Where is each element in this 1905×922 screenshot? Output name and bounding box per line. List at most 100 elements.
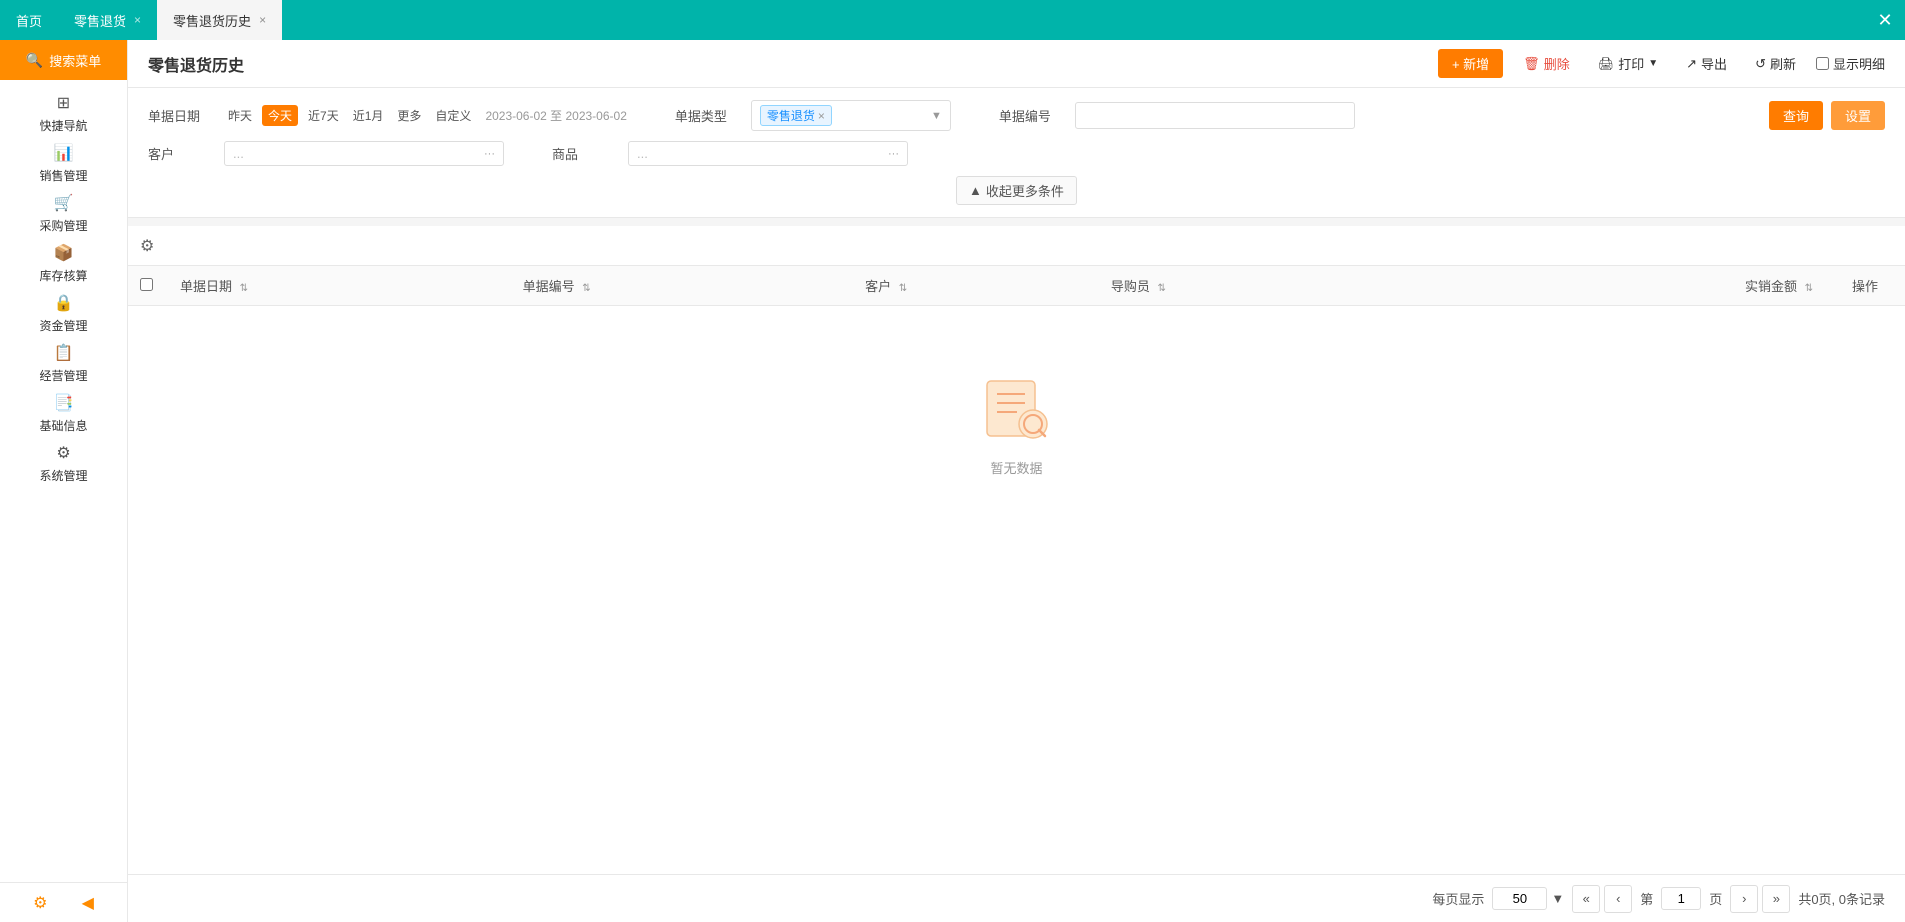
sidebar-nav: ⊞ 快捷导航 📊 销售管理 🛒 采购管理 📦 库存核算 🔒 资金管理 📋 [0, 80, 127, 882]
export-button[interactable]: ↗ 导出 [1678, 50, 1735, 77]
doc-type-select[interactable]: 零售退货 × ▼ [751, 100, 951, 131]
per-page-label: 每页显示 [1432, 889, 1484, 908]
sidebar-item-quick-nav-label: 快捷导航 [39, 117, 87, 134]
display-detail-checkbox[interactable] [1816, 57, 1829, 70]
collapse-sidebar-icon[interactable]: ◀ [82, 893, 94, 913]
doc-number-input[interactable] [1075, 102, 1355, 129]
window-close-button[interactable]: ✕ [1865, 0, 1905, 40]
print-button[interactable]: 🖨 打印 ▼ [1590, 50, 1666, 77]
product-select[interactable]: ... ··· [628, 141, 908, 166]
next-page-button[interactable]: › [1730, 885, 1758, 913]
page-number-input[interactable] [1661, 887, 1701, 910]
tab-retail-return-close[interactable]: × [134, 13, 141, 27]
th-doc-date-sort-icon[interactable]: ⇅ [240, 283, 248, 294]
tab-retail-return-history[interactable]: 零售退货历史 × [157, 0, 282, 40]
date-range-display: 2023-06-02 至 2023-06-02 [485, 107, 626, 124]
page-label: 第 [1640, 889, 1653, 908]
doc-type-label: 单据类型 [675, 106, 735, 125]
date-more[interactable]: 更多 [393, 105, 425, 126]
sidebar-item-system-mgmt[interactable]: ⚙ 系统管理 [0, 438, 127, 488]
th-doc-number-sort-icon[interactable]: ⇅ [582, 283, 590, 294]
th-actions-label: 操作 [1852, 279, 1878, 294]
sidebar-item-finance[interactable]: 🔒 资金管理 [0, 288, 127, 338]
date-7days[interactable]: 近7天 [304, 105, 343, 126]
sidebar-item-quick-nav[interactable]: ⊞ 快捷导航 [0, 88, 127, 138]
doc-type-tag: 零售退货 × [760, 105, 832, 126]
th-doc-date-label: 单据日期 [180, 279, 232, 294]
sidebar-item-sales-mgmt[interactable]: 📊 销售管理 [0, 138, 127, 188]
page-size-input[interactable] [1492, 887, 1547, 910]
table-column-settings-icon[interactable]: ⚙ [140, 236, 154, 256]
page-title: 零售退货历史 [148, 52, 1438, 76]
sidebar-bottom: ⚙ ◀ [0, 882, 127, 922]
sidebar-item-sales-mgmt-label: 销售管理 [39, 167, 87, 184]
empty-state: 暂无数据 [128, 306, 1905, 537]
content-area: 零售退货历史 + 新增 🗑 删除 🖨 打印 ▼ ↗ 导出 [128, 40, 1905, 922]
main-layout: 🔍 搜索菜单 ⊞ 快捷导航 📊 销售管理 🛒 采购管理 📦 库存核算 🔒 [0, 40, 1905, 922]
table-toolbar: ⚙ [128, 226, 1905, 266]
quick-nav-icon: ⊞ [54, 93, 74, 113]
sidebar-item-inventory[interactable]: 📦 库存核算 [0, 238, 127, 288]
refresh-button[interactable]: ↺ 刷新 [1747, 50, 1804, 77]
tab-bar: 首页 零售退货 × 零售退货历史 × [0, 0, 1865, 40]
query-button[interactable]: 查询 [1769, 101, 1823, 130]
doc-number-label: 单据编号 [999, 106, 1059, 125]
collapse-filter-button[interactable]: ▲ 收起更多条件 [956, 176, 1077, 205]
date-1month[interactable]: 近1月 [349, 105, 388, 126]
prev-page-button[interactable]: ‹ [1604, 885, 1632, 913]
filter-row-2: 客户 ... ··· 商品 ... ··· [148, 141, 1885, 166]
tab-retail-return[interactable]: 零售退货 × [58, 0, 157, 40]
new-button[interactable]: + 新增 [1438, 49, 1503, 78]
sidebar: 🔍 搜索菜单 ⊞ 快捷导航 📊 销售管理 🛒 采购管理 📦 库存核算 🔒 [0, 40, 128, 922]
sidebar-item-basic-info[interactable]: 📑 基础信息 [0, 388, 127, 438]
tab-home[interactable]: 首页 [0, 0, 58, 40]
sidebar-item-system-mgmt-label: 系统管理 [39, 467, 87, 484]
page-size-select[interactable]: ▼ [1492, 887, 1564, 910]
display-detail-check[interactable]: 显示明细 [1816, 54, 1885, 73]
refresh-icon: ↺ [1755, 56, 1766, 72]
doc-type-tag-label: 零售退货 [767, 107, 815, 124]
print-dropdown-icon: ▼ [1648, 58, 1658, 69]
page-unit: 页 [1709, 889, 1722, 908]
doc-type-tag-remove[interactable]: × [818, 109, 825, 123]
sidebar-item-operations[interactable]: 📋 经营管理 [0, 338, 127, 388]
page-nav: « ‹ [1572, 885, 1632, 913]
th-customer-sort-icon[interactable]: ⇅ [899, 283, 907, 294]
th-customer-label: 客户 [865, 279, 891, 294]
tab-retail-return-history-close[interactable]: × [259, 13, 266, 27]
first-page-button[interactable]: « [1572, 885, 1600, 913]
finance-icon: 🔒 [54, 293, 74, 313]
th-actions: 操作 [1825, 266, 1905, 306]
product-label: 商品 [552, 144, 612, 163]
sidebar-search-button[interactable]: 🔍 搜索菜单 [0, 40, 127, 80]
product-placeholder: ... [637, 146, 648, 161]
date-custom[interactable]: 自定义 [431, 105, 475, 126]
date-yesterday[interactable]: 昨天 [224, 105, 256, 126]
page-size-dropdown-icon[interactable]: ▼ [1551, 891, 1564, 906]
th-amount: 实销金额 ⇅ [1482, 266, 1825, 306]
date-today[interactable]: 今天 [262, 105, 298, 126]
data-table: 单据日期 ⇅ 单据编号 ⇅ 客户 ⇅ [128, 266, 1905, 306]
filter-panel: 单据日期 昨天 今天 近7天 近1月 更多 自定义 2023-06-02 至 2… [128, 88, 1905, 218]
select-all-checkbox[interactable] [140, 278, 153, 291]
th-doc-date: 单据日期 ⇅ [168, 266, 511, 306]
print-icon: 🖨 [1598, 56, 1615, 72]
settings-icon[interactable]: ⚙ [33, 893, 47, 913]
sidebar-item-basic-info-label: 基础信息 [39, 417, 87, 434]
sidebar-item-purchase-mgmt[interactable]: 🛒 采购管理 [0, 188, 127, 238]
export-button-label: 导出 [1701, 54, 1727, 73]
top-bar: 首页 零售退货 × 零售退货历史 × ✕ [0, 0, 1905, 40]
date-shortcuts: 昨天 今天 近7天 近1月 更多 自定义 2023-06-02 至 2023-0… [224, 105, 627, 126]
th-guide-sort-icon[interactable]: ⇅ [1158, 283, 1166, 294]
th-amount-sort-icon[interactable]: ⇅ [1805, 283, 1813, 294]
filter-row-1: 单据日期 昨天 今天 近7天 近1月 更多 自定义 2023-06-02 至 2… [148, 100, 1885, 131]
search-icon: 🔍 [26, 52, 43, 69]
delete-button[interactable]: 🗑 删除 [1515, 50, 1578, 77]
table-area: ⚙ 单据日期 ⇅ 单据编号 [128, 226, 1905, 922]
customer-select[interactable]: ... ··· [224, 141, 504, 166]
settings-button[interactable]: 设置 [1831, 101, 1885, 130]
last-page-button[interactable]: » [1762, 885, 1790, 913]
refresh-button-label: 刷新 [1770, 54, 1796, 73]
sidebar-item-purchase-mgmt-label: 采购管理 [39, 217, 87, 234]
tab-retail-return-history-label: 零售退货历史 [173, 11, 251, 30]
